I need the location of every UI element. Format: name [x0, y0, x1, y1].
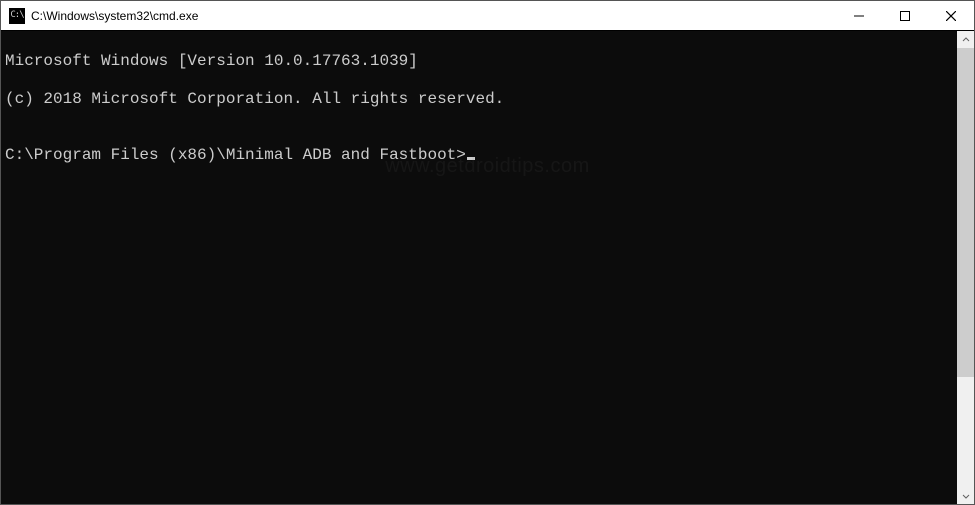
cmd-icon: C:\ [9, 8, 25, 24]
window-controls [836, 1, 974, 30]
vertical-scrollbar[interactable] [957, 31, 974, 504]
terminal-prompt: C:\Program Files (x86)\Minimal ADB and F… [5, 146, 466, 164]
scroll-down-button[interactable] [957, 487, 974, 504]
client-area: Microsoft Windows [Version 10.0.17763.10… [1, 31, 974, 504]
terminal-output[interactable]: Microsoft Windows [Version 10.0.17763.10… [1, 31, 957, 504]
scroll-up-button[interactable] [957, 31, 974, 48]
terminal-line: Microsoft Windows [Version 10.0.17763.10… [5, 52, 957, 71]
scroll-thumb[interactable] [957, 48, 974, 377]
close-button[interactable] [928, 1, 974, 30]
cursor-icon [467, 157, 475, 160]
maximize-button[interactable] [882, 1, 928, 30]
chevron-down-icon [962, 492, 970, 500]
chevron-up-icon [962, 36, 970, 44]
cmd-icon-glyph: C:\ [10, 11, 23, 20]
titlebar[interactable]: C:\ C:\Windows\system32\cmd.exe [1, 1, 974, 31]
close-icon [946, 11, 956, 21]
window-title: C:\Windows\system32\cmd.exe [31, 9, 836, 23]
scroll-track[interactable] [957, 48, 974, 487]
minimize-icon [854, 11, 864, 21]
maximize-icon [900, 11, 910, 21]
cmd-window: C:\ C:\Windows\system32\cmd.exe Microsof… [0, 0, 975, 505]
terminal-line: (c) 2018 Microsoft Corporation. All righ… [5, 90, 957, 109]
minimize-button[interactable] [836, 1, 882, 30]
